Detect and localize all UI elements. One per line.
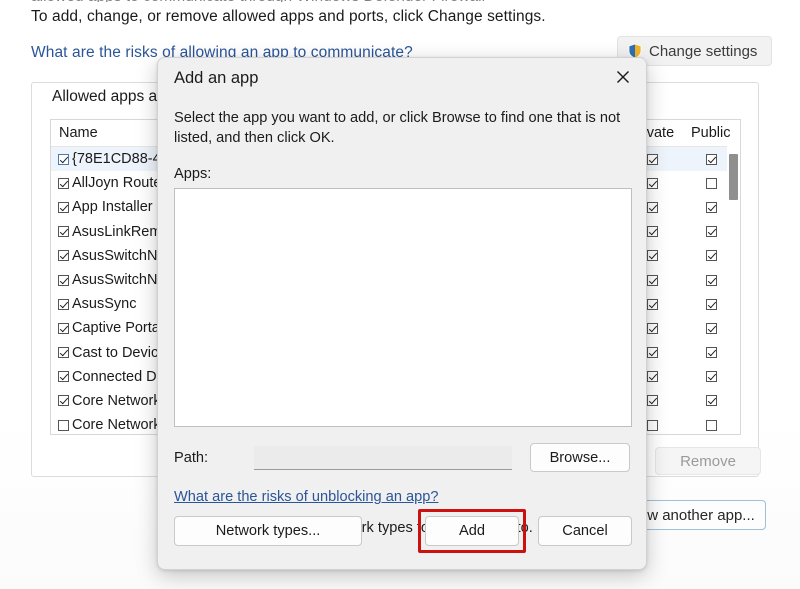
listview-scrollbar[interactable] [727, 146, 740, 435]
row-name-label: App Installer [72, 199, 153, 215]
public-checkbox[interactable] [706, 347, 717, 358]
column-header-public[interactable]: Public [683, 125, 740, 141]
row-checkbox[interactable] [58, 420, 69, 431]
private-checkbox[interactable] [647, 299, 658, 310]
private-checkbox[interactable] [647, 323, 658, 334]
row-checkbox[interactable] [58, 299, 69, 310]
private-checkbox[interactable] [647, 250, 658, 261]
private-checkbox[interactable] [647, 275, 658, 286]
row-checkbox[interactable] [58, 202, 69, 213]
public-checkbox[interactable] [706, 226, 717, 237]
scrollbar-thumb[interactable] [729, 154, 738, 200]
row-checkbox[interactable] [58, 154, 69, 165]
change-settings-label: Change settings [649, 43, 757, 60]
public-checkbox[interactable] [706, 202, 717, 213]
public-checkbox[interactable] [706, 395, 717, 406]
public-checkbox[interactable] [706, 299, 717, 310]
apps-label: Apps: [174, 166, 630, 182]
risks-of-unblocking-link[interactable]: What are the risks of unblocking an app? [174, 489, 438, 505]
path-label: Path: [174, 450, 244, 466]
apps-listbox[interactable] [174, 188, 632, 427]
page-instruction-text: To add, change, or remove allowed apps a… [31, 8, 546, 26]
remove-button[interactable]: Remove [655, 447, 761, 475]
path-row: Path: Browse... [174, 443, 630, 472]
add-an-app-dialog: Add an app Select the app you want to ad… [157, 57, 647, 570]
public-checkbox[interactable] [706, 250, 717, 261]
network-types-button[interactable]: Network types... [174, 516, 362, 546]
dialog-titlebar: Add an app [158, 58, 646, 98]
private-checkbox[interactable] [647, 154, 658, 165]
row-checkbox[interactable] [58, 178, 69, 189]
row-checkbox[interactable] [58, 323, 69, 334]
private-checkbox[interactable] [647, 202, 658, 213]
public-checkbox[interactable] [706, 275, 717, 286]
add-button[interactable]: Add [425, 516, 519, 546]
add-button-highlight-annotation: Add [418, 509, 526, 553]
browse-button[interactable]: Browse... [530, 443, 630, 472]
public-checkbox[interactable] [706, 178, 717, 189]
private-checkbox[interactable] [647, 371, 658, 382]
private-checkbox[interactable] [647, 420, 658, 431]
private-checkbox[interactable] [647, 395, 658, 406]
public-checkbox[interactable] [706, 323, 717, 334]
row-checkbox[interactable] [58, 275, 69, 286]
row-checkbox[interactable] [58, 250, 69, 261]
close-icon[interactable] [606, 62, 640, 92]
private-checkbox[interactable] [647, 226, 658, 237]
row-checkbox[interactable] [58, 347, 69, 358]
row-checkbox[interactable] [58, 226, 69, 237]
dialog-description: Select the app you want to add, or click… [174, 108, 634, 148]
clipped-heading-text: allowed apps to communicate through Wind… [31, 0, 651, 2]
dialog-body: Select the app you want to add, or click… [158, 108, 646, 536]
dialog-title: Add an app [174, 69, 258, 88]
cancel-button[interactable]: Cancel [538, 516, 632, 546]
dialog-button-row: Network types... Add Cancel [174, 509, 632, 553]
row-name-label: AllJoyn Router [72, 175, 166, 191]
screen: allowed apps to communicate through Wind… [0, 0, 800, 589]
public-checkbox[interactable] [706, 154, 717, 165]
public-checkbox[interactable] [706, 420, 717, 431]
path-input[interactable] [254, 446, 512, 470]
row-name-label: AsusSync [72, 296, 136, 312]
row-checkbox[interactable] [58, 371, 69, 382]
private-checkbox[interactable] [647, 347, 658, 358]
private-checkbox[interactable] [647, 178, 658, 189]
public-checkbox[interactable] [706, 371, 717, 382]
row-checkbox[interactable] [58, 395, 69, 406]
